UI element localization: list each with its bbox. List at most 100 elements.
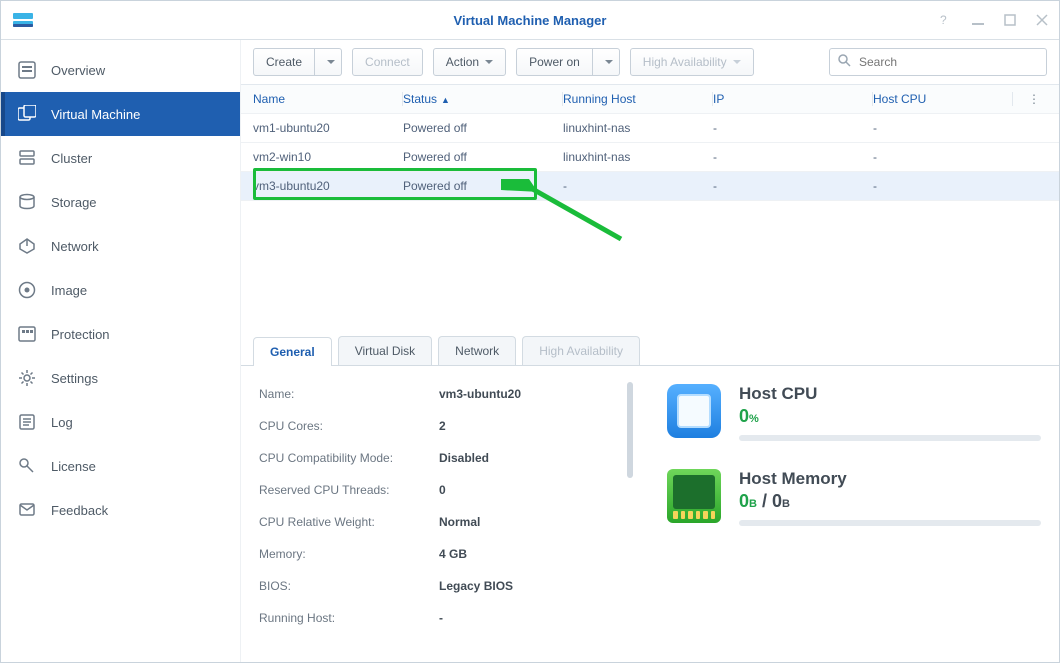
network-icon	[17, 236, 37, 256]
cell-ip: -	[713, 150, 873, 164]
sidebar-item-virtual-machine[interactable]: Virtual Machine	[1, 92, 240, 136]
sidebar-item-label: Log	[51, 415, 73, 430]
sidebar-item-overview[interactable]: Overview	[1, 48, 240, 92]
sort-asc-icon: ▲	[441, 95, 450, 105]
cell-host: -	[563, 179, 713, 193]
svg-text:?: ?	[940, 14, 947, 26]
cell-name: vm3-ubuntu20	[253, 179, 403, 193]
detail-label: Memory:	[259, 547, 439, 561]
sidebar-item-label: Protection	[51, 327, 110, 342]
detail-label: CPU Relative Weight:	[259, 515, 439, 529]
sidebar-item-label: Settings	[51, 371, 98, 386]
tab-general[interactable]: General	[253, 337, 332, 366]
chevron-down-icon	[605, 60, 613, 64]
gauge-value: 0B / 0B	[739, 491, 1041, 512]
sidebar-item-network[interactable]: Network	[1, 224, 240, 268]
sidebar-item-feedback[interactable]: Feedback	[1, 488, 240, 532]
column-status[interactable]: Status▲	[403, 92, 563, 106]
detail-label: BIOS:	[259, 579, 439, 593]
sidebar-item-label: Image	[51, 283, 87, 298]
protection-icon	[17, 324, 37, 344]
table-row[interactable]: vm1-ubuntu20 Powered off linuxhint-nas -…	[241, 114, 1059, 143]
tab-high-availability[interactable]: High Availability	[522, 336, 640, 365]
column-name[interactable]: Name	[253, 92, 403, 106]
sidebar-item-label: Virtual Machine	[51, 107, 140, 122]
gauge-host-cpu: Host CPU 0%	[667, 384, 1041, 441]
license-icon	[17, 456, 37, 476]
power-dropdown[interactable]	[593, 48, 620, 76]
detail-tabs: General Virtual Disk Network High Availa…	[241, 331, 1059, 366]
cell-ip: -	[713, 121, 873, 135]
detail-label: Running Host:	[259, 611, 439, 625]
search-box[interactable]	[829, 48, 1047, 76]
window-title: Virtual Machine Manager	[1, 13, 1059, 28]
gauge-bar	[739, 435, 1041, 441]
action-button[interactable]: Action	[433, 48, 506, 76]
sidebar-item-cluster[interactable]: Cluster	[1, 136, 240, 180]
sidebar-item-storage[interactable]: Storage	[1, 180, 240, 224]
feedback-icon	[17, 500, 37, 520]
table-header: Name Status▲ Running Host IP Host CPU ⋮	[241, 85, 1059, 114]
column-menu-icon[interactable]: ⋮	[1013, 92, 1047, 106]
detail-value: vm3-ubuntu20	[439, 387, 521, 401]
sidebar-item-license[interactable]: License	[1, 444, 240, 488]
high-availability-button[interactable]: High Availability	[630, 48, 754, 76]
detail-label: CPU Compatibility Mode:	[259, 451, 439, 465]
gauge-title: Host CPU	[739, 384, 1041, 404]
cluster-icon	[17, 148, 37, 168]
sidebar-item-label: License	[51, 459, 96, 474]
cell-name: vm2-win10	[253, 150, 403, 164]
tab-virtual-disk[interactable]: Virtual Disk	[338, 336, 432, 365]
sidebar-item-settings[interactable]: Settings	[1, 356, 240, 400]
cpu-icon	[667, 384, 721, 438]
sidebar-item-image[interactable]: Image	[1, 268, 240, 312]
sidebar-item-log[interactable]: Log	[1, 400, 240, 444]
gauge-title: Host Memory	[739, 469, 1041, 489]
detail-label: CPU Cores:	[259, 419, 439, 433]
cell-ip: -	[713, 179, 873, 193]
storage-icon	[17, 192, 37, 212]
scrollbar[interactable]	[627, 382, 633, 478]
cell-status: Powered off	[403, 150, 563, 164]
maximize-icon[interactable]	[1001, 11, 1019, 29]
cell-name: vm1-ubuntu20	[253, 121, 403, 135]
sidebar-item-label: Storage	[51, 195, 97, 210]
create-button[interactable]: Create	[253, 48, 315, 76]
sidebar-item-protection[interactable]: Protection	[1, 312, 240, 356]
cell-status: Powered off	[403, 121, 563, 135]
detail-value: 4 GB	[439, 547, 467, 561]
chevron-down-icon	[327, 60, 335, 64]
cell-cpu: -	[873, 179, 1013, 193]
column-running-host[interactable]: Running Host	[563, 92, 713, 106]
detail-value: -	[439, 611, 443, 625]
toolbar: Create Connect Action Power on High Avai…	[241, 40, 1059, 84]
search-input[interactable]	[857, 54, 1038, 70]
memory-icon	[667, 469, 721, 523]
chevron-down-icon	[733, 60, 741, 64]
power-on-button[interactable]: Power on	[516, 48, 593, 76]
detail-value: Disabled	[439, 451, 489, 465]
log-icon	[17, 412, 37, 432]
image-icon	[17, 280, 37, 300]
vm-icon	[17, 104, 37, 124]
detail-label: Name:	[259, 387, 439, 401]
cell-cpu: -	[873, 121, 1013, 135]
app-icon	[13, 13, 33, 27]
table-row[interactable]: vm2-win10 Powered off linuxhint-nas - -	[241, 143, 1059, 172]
vm-table: Name Status▲ Running Host IP Host CPU ⋮ …	[241, 84, 1059, 201]
tab-network[interactable]: Network	[438, 336, 516, 365]
minimize-icon[interactable]	[969, 11, 987, 29]
create-dropdown[interactable]	[315, 48, 342, 76]
close-icon[interactable]	[1033, 11, 1051, 29]
detail-label: Reserved CPU Threads:	[259, 483, 439, 497]
sidebar-item-label: Overview	[51, 63, 105, 78]
search-icon	[838, 54, 851, 70]
gauge-bar	[739, 520, 1041, 526]
column-host-cpu[interactable]: Host CPU	[873, 92, 1013, 106]
help-icon[interactable]: ?	[937, 11, 955, 29]
connect-button[interactable]: Connect	[352, 48, 423, 76]
gauge-host-memory: Host Memory 0B / 0B	[667, 469, 1041, 526]
detail-value: 2	[439, 419, 446, 433]
table-row[interactable]: vm3-ubuntu20 Powered off - - -	[241, 172, 1059, 201]
column-ip[interactable]: IP	[713, 92, 873, 106]
